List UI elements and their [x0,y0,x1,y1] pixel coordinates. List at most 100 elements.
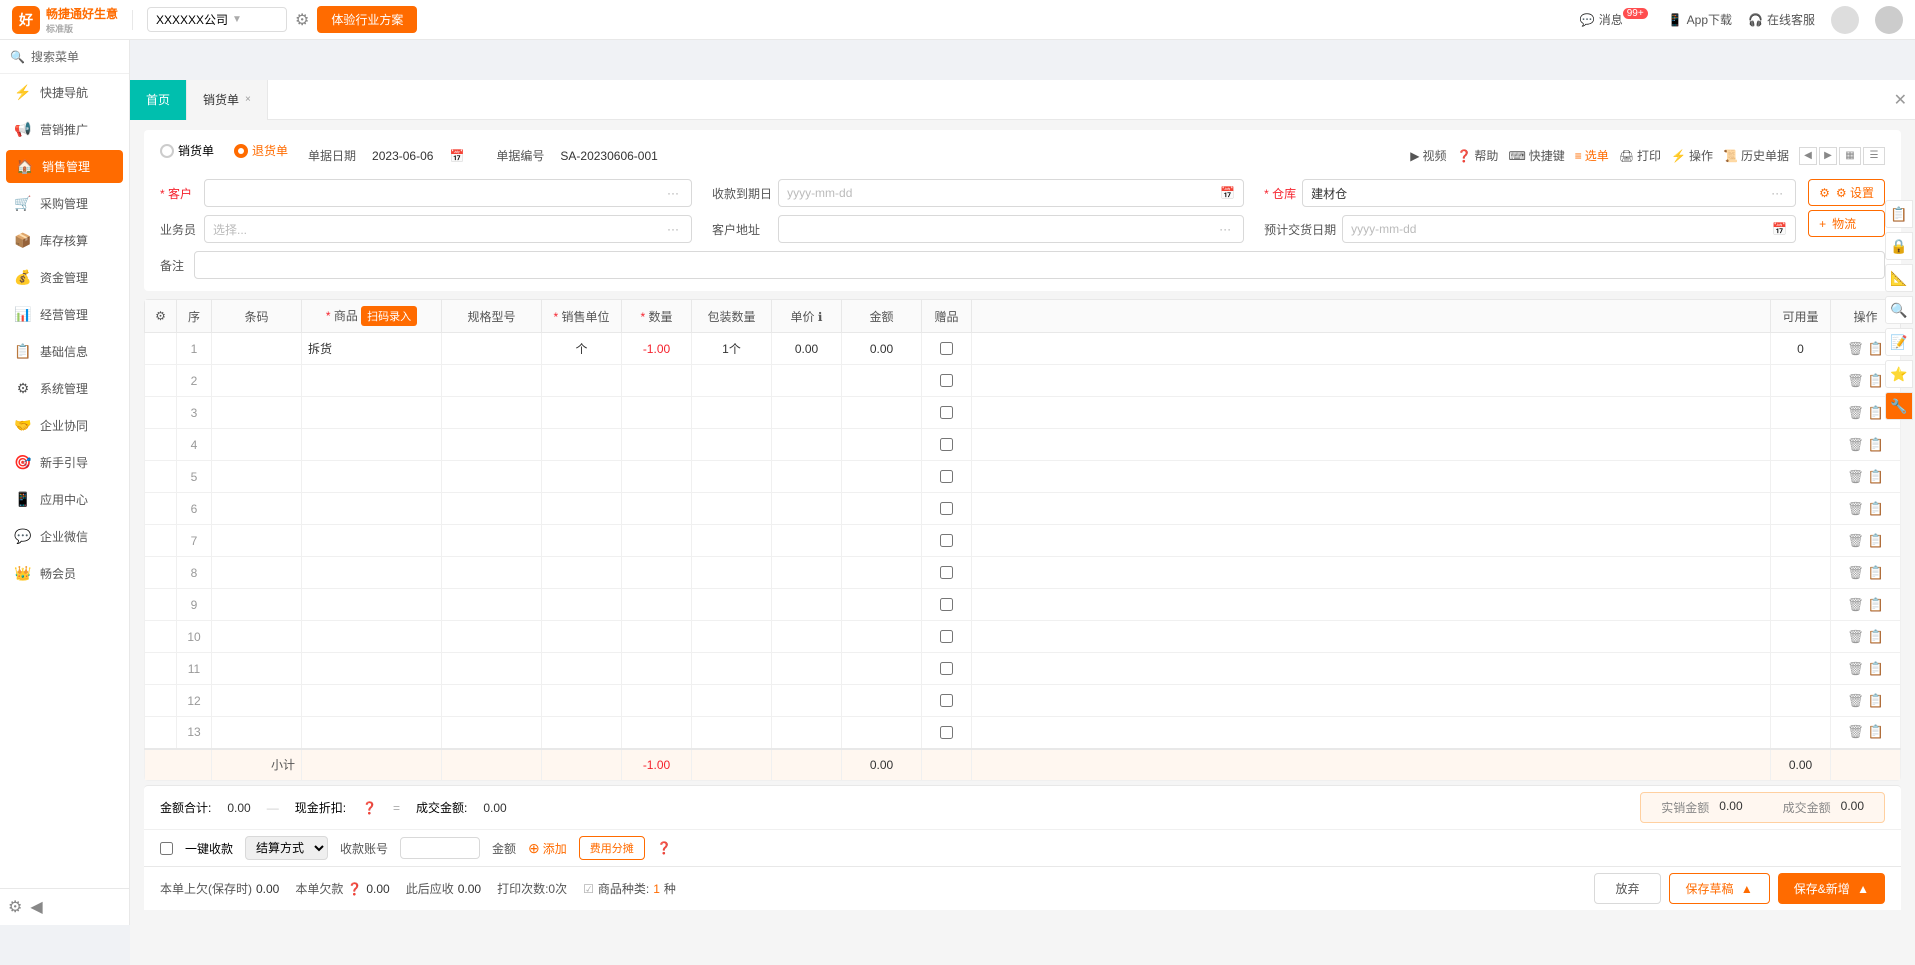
row-amount[interactable] [842,461,922,493]
row-barcode[interactable] [212,525,302,557]
row-unit[interactable] [542,557,622,589]
delete-row-icon[interactable]: 🗑 [1847,341,1864,357]
row-spec[interactable] [442,365,542,397]
gift-checkbox[interactable] [940,662,953,675]
search-menu[interactable]: 🔍 搜索菜单 [0,40,129,74]
row-remark[interactable] [972,365,1771,397]
row-product[interactable]: 拆货 [302,333,442,365]
row-unit-price[interactable] [772,461,842,493]
product-type-checkbox-icon[interactable]: ☑ [583,882,594,896]
row-qty[interactable] [622,397,692,429]
operate-btn[interactable]: ⚡ 操作 [1671,147,1713,164]
sidebar-item-purchase[interactable]: 🛒 采购管理 [0,185,129,222]
sidebar-item-appstore[interactable]: 📱 应用中心 [0,481,129,518]
gift-checkbox[interactable] [940,598,953,611]
payment-due-input[interactable]: yyyy-mm-dd 📅 [778,179,1244,207]
row-unit-price[interactable] [772,653,842,685]
row-qty[interactable] [622,429,692,461]
help-btn[interactable]: ❓ 帮助 [1456,147,1498,164]
copy-row-icon[interactable]: 📋 [1868,693,1884,709]
row-pkg-qty[interactable] [692,397,772,429]
shortcut-btn[interactable]: ⌨ 快捷键 [1508,147,1564,164]
row-unit[interactable] [542,493,622,525]
sidebar-item-inventory[interactable]: 📦 库存核算 [0,222,129,259]
row-gift[interactable] [922,621,972,653]
expense-split-btn[interactable]: 费用分摊 [579,836,645,860]
row-amount[interactable] [842,493,922,525]
row-spec[interactable] [442,653,542,685]
row-qty[interactable] [622,493,692,525]
expense-help-icon[interactable]: ❓ [657,841,672,855]
row-remark[interactable] [972,333,1771,365]
copy-row-icon[interactable]: 📋 [1868,469,1884,485]
row-pkg-qty[interactable] [692,717,772,749]
row-remark[interactable] [972,429,1771,461]
delete-row-icon[interactable]: 🗑 [1847,661,1864,677]
row-unit-price[interactable] [772,685,842,717]
sidebar-item-system[interactable]: ⚙ 系统管理 [0,370,129,407]
row-amount[interactable] [842,525,922,557]
delete-row-icon[interactable]: 🗑 [1847,724,1864,740]
delete-row-icon[interactable]: 🗑 [1847,405,1864,421]
row-spec[interactable] [442,493,542,525]
row-qty[interactable] [622,685,692,717]
delete-row-icon[interactable]: 🗑 [1847,629,1864,645]
row-pkg-qty[interactable] [692,493,772,525]
mini-lock-btn[interactable]: 🔒 [1885,232,1913,260]
avatar[interactable] [1831,6,1859,34]
avatar2[interactable] [1875,6,1903,34]
save-draft-button[interactable]: 保存草稿 ▲ [1669,873,1770,904]
row-amount[interactable] [842,589,922,621]
one-click-payment-checkbox[interactable] [160,842,173,855]
discount-question-icon[interactable]: ❓ [362,801,377,815]
row-gift[interactable] [922,589,972,621]
warehouse-input[interactable]: 建材仓 ··· [1302,179,1796,207]
select-btn[interactable]: ≡ 选单 [1575,147,1609,164]
sidebar-item-finance[interactable]: 💰 资金管理 [0,259,129,296]
history-btn[interactable]: 📜 历史单据 [1723,147,1789,164]
row-qty[interactable]: -1.00 [622,333,692,365]
collapse-icon[interactable]: ◀ [30,897,42,917]
row-unit-price[interactable] [772,717,842,749]
delete-row-icon[interactable]: 🗑 [1847,373,1864,389]
row-pkg-qty[interactable] [692,429,772,461]
row-product[interactable] [302,397,442,429]
calendar3-icon[interactable]: 📅 [1772,222,1787,236]
row-spec[interactable] [442,397,542,429]
row-qty[interactable] [622,653,692,685]
row-spec[interactable] [442,589,542,621]
gift-checkbox[interactable] [940,342,953,355]
row-product[interactable] [302,717,442,749]
row-unit-price[interactable] [772,365,842,397]
copy-row-icon[interactable]: 📋 [1868,373,1884,389]
row-remark[interactable] [972,621,1771,653]
gift-checkbox[interactable] [940,502,953,515]
row-barcode[interactable] [212,557,302,589]
row-product[interactable] [302,493,442,525]
radio-sale-order[interactable]: 销货单 [160,142,214,159]
row-qty[interactable] [622,557,692,589]
radio-return-order[interactable]: 退货单 [234,142,288,159]
row-pkg-qty[interactable]: 1个 [692,333,772,365]
trial-button[interactable]: 体验行业方案 [317,6,417,33]
copy-row-icon[interactable]: 📋 [1868,437,1884,453]
row-remark[interactable] [972,525,1771,557]
row-remark[interactable] [972,685,1771,717]
warehouse-more-icon[interactable]: ··· [1767,186,1787,200]
row-product[interactable] [302,685,442,717]
mini-zoom-btn[interactable]: 🔍 [1885,296,1913,324]
sidebar-item-marketing[interactable]: 📢 营销推广 [0,111,129,148]
mini-clipboard-btn[interactable]: 📋 [1885,200,1913,228]
row-amount[interactable] [842,685,922,717]
row-product[interactable] [302,621,442,653]
scroll-right-btn[interactable]: ▶ [1819,147,1837,165]
gift-checkbox[interactable] [940,630,953,643]
row-product[interactable] [302,461,442,493]
remarks-input[interactable] [194,251,1885,279]
sidebar-item-operation[interactable]: 📊 经营管理 [0,296,129,333]
row-pkg-qty[interactable] [692,621,772,653]
mini-tool-btn[interactable]: 🔧 [1885,392,1913,420]
row-barcode[interactable] [212,621,302,653]
row-barcode[interactable] [212,333,302,365]
copy-row-icon[interactable]: 📋 [1868,405,1884,421]
